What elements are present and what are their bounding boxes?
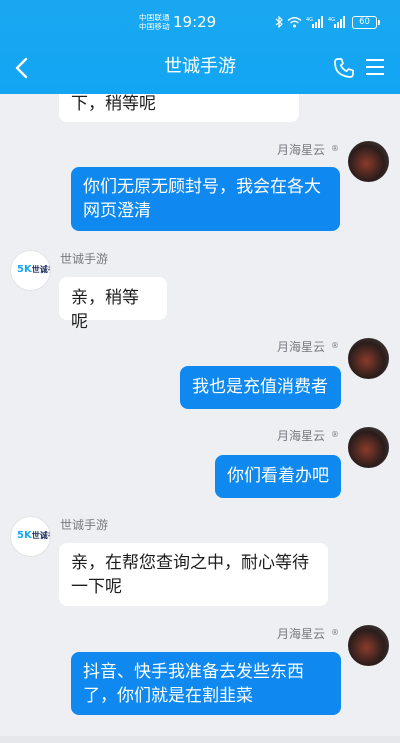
carrier-2: 中国移动 — [139, 22, 170, 31]
svg-text:4G: 4G — [328, 17, 335, 23]
sender-name-shop: 世诚手游 — [60, 252, 109, 266]
outgoing-message-bubble[interactable]: 抖音、快手我准备去发些东西了，你们就是在割韭菜 — [71, 652, 341, 715]
self-avatar[interactable] — [348, 625, 389, 666]
battery-icon: 60 — [352, 15, 380, 29]
sender-name-self: 月海星云 — [277, 627, 326, 641]
outgoing-message-bubble[interactable]: 我也是充值消费者 — [180, 366, 341, 409]
self-avatar[interactable] — [348, 427, 389, 468]
outgoing-message-bubble[interactable]: 你们看着办吧 — [215, 455, 341, 498]
status-icons: 4G 4G 60 — [275, 15, 380, 29]
sender-name-self: 月海星云 — [277, 429, 326, 443]
sender-badge-icon: ® — [331, 430, 339, 439]
top-bar: 中国联通 中国移动 19:29 4G 4G 60 世诚手游 — [0, 0, 400, 94]
incoming-message-bubble[interactable]: 亲，在帮您查询之中，耐心等待一下呢 — [59, 543, 328, 606]
sender-name-self: 月海星云 — [277, 143, 326, 157]
status-time: 19:29 — [173, 13, 217, 31]
outgoing-message-bubble[interactable]: 你们无原无顾封号，我会在各大网页澄清 — [71, 167, 340, 231]
svg-text:4G: 4G — [306, 17, 313, 23]
wifi-icon — [287, 17, 302, 28]
signal-4g-icon: 4G — [306, 16, 323, 28]
sender-badge-icon: ® — [331, 628, 339, 637]
nav-bar: 世诚手游 — [0, 40, 400, 94]
menu-icon[interactable] — [366, 59, 384, 75]
chat-area[interactable]: 下，稍等呢 月海星云 ® 你们无原无顾封号，我会在各大网页澄清 5K世诚手游 世… — [0, 0, 400, 743]
shop-avatar[interactable]: 5K世诚手游 — [10, 250, 51, 291]
shop-avatar[interactable]: 5K世诚手游 — [10, 516, 51, 557]
shop-logo: 5K世诚手游 — [17, 530, 50, 541]
incoming-message-bubble[interactable]: 亲，稍等呢 — [59, 277, 167, 332]
sender-name-self: 月海星云 — [277, 340, 326, 354]
carrier-labels: 中国联通 中国移动 — [139, 13, 170, 31]
sender-name-shop: 世诚手游 — [60, 518, 109, 532]
signal-4g-icon-2: 4G — [328, 16, 345, 28]
phone-icon[interactable] — [333, 57, 355, 79]
sender-badge-icon: ® — [331, 144, 339, 153]
bluetooth-icon — [275, 16, 283, 28]
sender-badge-icon: ® — [331, 341, 339, 350]
self-avatar[interactable] — [348, 338, 389, 379]
status-bar: 中国联通 中国移动 19:29 4G 4G 60 — [0, 0, 400, 40]
shop-logo: 5K世诚手游 — [17, 264, 50, 275]
carrier-1: 中国联通 — [139, 13, 170, 22]
self-avatar[interactable] — [348, 141, 389, 182]
input-bar-edge — [0, 736, 400, 743]
